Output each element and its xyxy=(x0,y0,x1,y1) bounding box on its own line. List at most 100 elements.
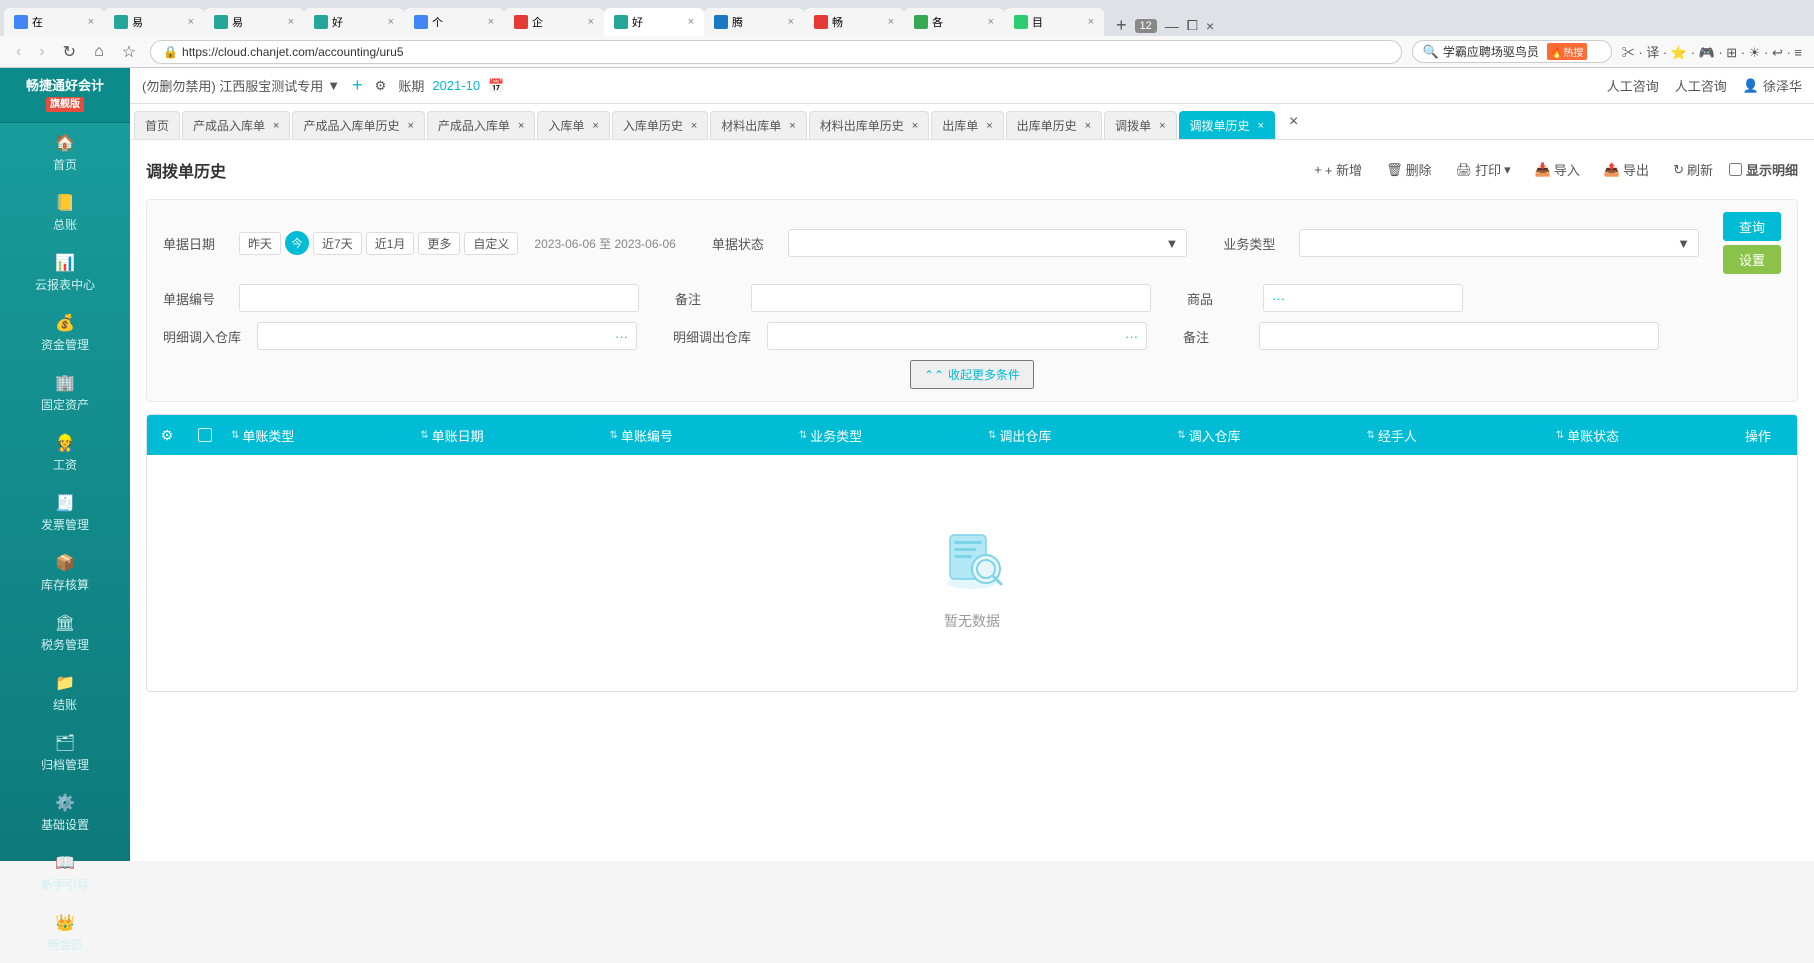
th-bill-type[interactable]: ⇅ 单账类型 xyxy=(223,426,412,445)
tab-close-chuku[interactable]: × xyxy=(986,120,992,132)
browser-tab-6[interactable]: 好 × xyxy=(604,8,704,36)
date-btn-7days[interactable]: 近7天 xyxy=(313,232,362,255)
add-company-btn[interactable]: + xyxy=(352,75,363,96)
sidebar-item-closing[interactable]: 📁 结账 xyxy=(0,663,130,723)
new-btn[interactable]: + + 新增 xyxy=(1306,156,1370,183)
query-btn[interactable]: 查询 xyxy=(1723,212,1781,241)
sidebar-item-member[interactable]: 👑 畅会员 xyxy=(0,903,130,963)
filter-settings-btn[interactable]: 设置 xyxy=(1723,245,1781,274)
nav-bookmark-btn[interactable]: ☆ xyxy=(118,40,140,64)
date-btn-more[interactable]: 更多 xyxy=(418,232,460,255)
sidebar-item-funds[interactable]: 💰 资金管理 xyxy=(0,303,130,363)
tab-close-cailiao-chuku-history[interactable]: × xyxy=(912,120,918,132)
service-btn[interactable]: 人工咨询 xyxy=(1607,76,1659,95)
sidebar-item-salary[interactable]: 👷 工资 xyxy=(0,423,130,483)
from-wh-input-container[interactable]: ··· xyxy=(257,322,637,350)
date-btn-today[interactable]: 今 xyxy=(285,231,309,255)
to-wh-input[interactable] xyxy=(776,329,1125,344)
window-close-btn[interactable]: × xyxy=(1206,18,1214,34)
th-settings[interactable]: ⚙ xyxy=(147,427,187,444)
window-minimize-btn[interactable]: — xyxy=(1165,18,1179,34)
sidebar-item-guide[interactable]: 📖 新手引导 xyxy=(0,843,130,903)
app-tab-chanpin-ruku-history[interactable]: 产成品入库单历史 × xyxy=(292,111,424,139)
sidebar-item-tax[interactable]: 🏛 税务管理 xyxy=(0,603,130,663)
sidebar-item-settings[interactable]: ⚙️ 基础设置 xyxy=(0,783,130,843)
browser-tab-5[interactable]: 企 × xyxy=(504,8,604,36)
date-btn-yesterday[interactable]: 昨天 xyxy=(239,232,281,255)
app-tab-chanpin-ruku2[interactable]: 产成品入库单 × xyxy=(427,111,535,139)
address-input[interactable]: 🔒 https://cloud.chanjet.com/accounting/u… xyxy=(150,40,1402,64)
app-tab-cailiao-chuku[interactable]: 材料出库单 × xyxy=(710,111,806,139)
tab-close-chanpin-ruku[interactable]: × xyxy=(273,120,279,132)
th-biz-type[interactable]: ⇅ 业务类型 xyxy=(791,426,980,445)
sidebar-item-ledger[interactable]: 📒 总账 xyxy=(0,183,130,243)
app-tab-chuku-history[interactable]: 出库单历史 × xyxy=(1006,111,1102,139)
to-wh-input-container[interactable]: ··· xyxy=(767,322,1147,350)
app-tab-home[interactable]: 首页 xyxy=(134,111,180,139)
app-tab-ruku-history[interactable]: 入库单历史 × xyxy=(612,111,708,139)
nav-forward-btn[interactable]: › xyxy=(35,41,48,63)
biz-type-select[interactable]: ▼ xyxy=(1299,229,1699,257)
th-from-wh[interactable]: ⇅ 调出仓库 xyxy=(980,426,1169,445)
from-wh-input[interactable] xyxy=(266,329,615,344)
app-tab-diaobo[interactable]: 调拨单 × xyxy=(1104,111,1176,139)
browser-tab-9[interactable]: 各 × xyxy=(904,8,1004,36)
period-selector[interactable]: 账期 2021-10 📅 xyxy=(398,76,504,95)
print-btn[interactable]: 🖨 打印 ▾ xyxy=(1448,156,1519,183)
sidebar-item-inventory[interactable]: 📦 库存核算 xyxy=(0,543,130,603)
date-btn-1month[interactable]: 近1月 xyxy=(366,232,415,255)
remark-input[interactable] xyxy=(751,284,1151,312)
browser-tab-10[interactable]: 目 × xyxy=(1004,8,1104,36)
tab-close-9[interactable]: × xyxy=(988,16,994,28)
export-btn[interactable]: 📤 导出 xyxy=(1596,156,1657,183)
sidebar-item-archive[interactable]: 🗂 归档管理 xyxy=(0,723,130,783)
th-bill-status[interactable]: ⇅ 单账状态 xyxy=(1548,426,1737,445)
goods-input-container[interactable]: ··· xyxy=(1263,284,1463,312)
tab-close-ruku[interactable]: × xyxy=(592,120,598,132)
tab-close-ruku-history[interactable]: × xyxy=(691,120,697,132)
remark2-input[interactable] xyxy=(1259,322,1659,350)
tab-close-chanpin-ruku2[interactable]: × xyxy=(518,120,524,132)
tab-close-7[interactable]: × xyxy=(788,16,794,28)
sidebar-item-home[interactable]: 🏠 首页 xyxy=(0,123,130,183)
sidebar-item-invoice[interactable]: 🧾 发票管理 xyxy=(0,483,130,543)
tab-close-0[interactable]: × xyxy=(88,16,94,28)
tab-close-2[interactable]: × xyxy=(288,16,294,28)
tab-close-1[interactable]: × xyxy=(188,16,194,28)
app-tab-chanpin-ruku[interactable]: 产成品入库单 × xyxy=(182,111,290,139)
browser-tab-2[interactable]: 易 × xyxy=(204,8,304,36)
tab-close-diaobo[interactable]: × xyxy=(1159,120,1165,132)
tab-close-8[interactable]: × xyxy=(888,16,894,28)
import-btn[interactable]: 📥 导入 xyxy=(1527,156,1588,183)
app-tab-diaobo-history[interactable]: 调拨单历史 × xyxy=(1179,111,1275,139)
tab-close-3[interactable]: × xyxy=(388,16,394,28)
user-menu[interactable]: 👤 徐泽华 xyxy=(1743,76,1802,95)
service-label[interactable]: 人工咨询 xyxy=(1675,76,1727,95)
bill-no-input[interactable] xyxy=(239,284,639,312)
th-handler[interactable]: ⇅ 经手人 xyxy=(1359,426,1548,445)
app-tab-ruku[interactable]: 入库单 × xyxy=(537,111,609,139)
th-checkbox[interactable] xyxy=(187,428,223,442)
nav-back-btn[interactable]: ‹ xyxy=(12,41,25,63)
browser-tab-4[interactable]: 个 × xyxy=(404,8,504,36)
display-toggle[interactable]: 显示明细 xyxy=(1729,160,1798,179)
tab-close-diaobo-history[interactable]: × xyxy=(1258,120,1264,132)
nav-home-btn[interactable]: ⌂ xyxy=(90,41,108,63)
sidebar-item-assets[interactable]: 🏢 固定资产 xyxy=(0,363,130,423)
tab-close-4[interactable]: × xyxy=(488,16,494,28)
delete-btn[interactable]: 🗑 删除 xyxy=(1378,156,1440,183)
collapse-btn[interactable]: ⌃⌃ 收起更多条件 xyxy=(910,360,1034,389)
browser-tab-0[interactable]: 在 × xyxy=(4,8,104,36)
refresh-btn[interactable]: ↻ 刷新 xyxy=(1665,156,1721,183)
date-btn-custom[interactable]: 自定义 xyxy=(464,232,518,255)
select-all-checkbox[interactable] xyxy=(198,428,212,442)
sidebar-item-reports[interactable]: 📊 云报表中心 xyxy=(0,243,130,303)
tab-close-chanpin-ruku-history[interactable]: × xyxy=(407,120,413,132)
new-tab-btn[interactable]: + xyxy=(1116,15,1127,36)
tab-close-chuku-history[interactable]: × xyxy=(1085,120,1091,132)
browser-tab-8[interactable]: 畅 × xyxy=(804,8,904,36)
display-checkbox[interactable] xyxy=(1729,163,1742,176)
tab-close-10[interactable]: × xyxy=(1088,16,1094,28)
tab-close-5[interactable]: × xyxy=(588,16,594,28)
browser-tab-7[interactable]: 腾 × xyxy=(704,8,804,36)
